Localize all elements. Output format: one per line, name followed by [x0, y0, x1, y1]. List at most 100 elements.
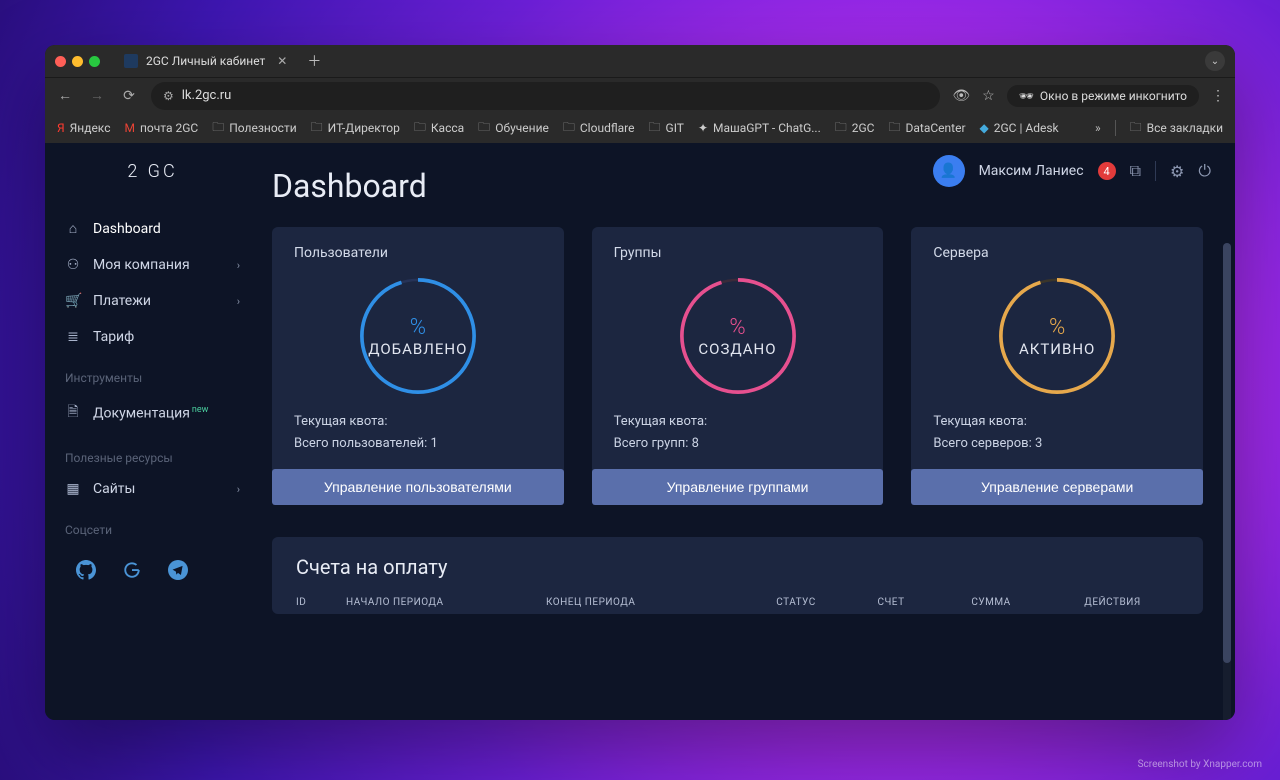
col-start: НАЧАЛО ПЕРИОДА: [346, 597, 546, 608]
sidebar-section-tools: Инструменты: [45, 355, 260, 391]
bookmark-folder[interactable]: 🗀2GC: [835, 118, 875, 139]
sidebar-section-resources: Полезные ресурсы: [45, 435, 260, 471]
forward-button[interactable]: →: [87, 87, 107, 104]
site-settings-icon[interactable]: ⚙: [163, 89, 174, 103]
layers-icon: ≣: [65, 329, 81, 345]
bookmark-mail[interactable]: Mпочта 2GC: [124, 121, 198, 135]
quota-block: Текущая квота: Всего серверов: 3: [933, 411, 1181, 455]
sidebar-item-label: Сайты: [93, 481, 135, 497]
sidebar-item-sites[interactable]: ▦ Сайты ›: [45, 471, 260, 507]
browser-menu-icon[interactable]: ⋮: [1211, 88, 1225, 104]
sidebar-item-payments[interactable]: 🛒 Платежи ›: [45, 283, 260, 319]
back-button[interactable]: ←: [55, 87, 75, 104]
col-end: КОНЕЦ ПЕРИОДА: [546, 597, 746, 608]
incognito-label: Окно в режиме инкогнито: [1040, 89, 1187, 103]
bookmark-mashagpt[interactable]: ✦МашаGPT - ChatG...: [698, 121, 821, 135]
notification-badge[interactable]: 4: [1098, 162, 1116, 180]
bookmark-folder[interactable]: 🗀GIT: [649, 118, 684, 139]
quota-block: Текущая квота: Всего пользователей: 1: [294, 411, 542, 455]
ring-label: ДОБАВЛЕНО: [368, 340, 467, 358]
bookmarks-bar: ЯЯндекс Mпочта 2GC 🗀Полезности 🗀ИТ-Дирек…: [45, 113, 1235, 143]
total-line: Всего групп: 8: [614, 433, 862, 455]
quota-label: Текущая квота:: [294, 411, 542, 433]
maximize-window-button[interactable]: [89, 56, 100, 67]
progress-ring-users: %ДОБАВЛЕНО: [357, 275, 479, 397]
sidebar-item-label: Тариф: [93, 329, 134, 345]
power-icon[interactable]: ⏻: [1198, 161, 1211, 181]
app-viewport: 2 GC ⌂ Dashboard ⚇ Моя компания › 🛒 Плат…: [45, 143, 1235, 720]
bookmark-yandex[interactable]: ЯЯндекс: [57, 121, 110, 135]
sidebar-item-dashboard[interactable]: ⌂ Dashboard: [45, 210, 260, 247]
scrollbar-thumb[interactable]: [1223, 243, 1231, 663]
reload-button[interactable]: ⟳: [119, 88, 139, 104]
all-bookmarks-button[interactable]: 🗀Все закладки: [1130, 118, 1223, 139]
bookmark-folder[interactable]: 🗀DataCenter: [888, 118, 965, 139]
col-actions: ДЕЙСТВИЯ: [1046, 597, 1179, 608]
sidebar-item-tariff[interactable]: ≣ Тариф: [45, 319, 260, 355]
cart-icon: 🛒: [65, 293, 81, 309]
url-input[interactable]: ⚙ lk.2gc.ru: [151, 82, 940, 110]
document-icon: 🗎: [65, 401, 81, 425]
github-icon[interactable]: [73, 557, 99, 583]
scrollbar[interactable]: [1223, 243, 1231, 720]
col-sum: СУММА: [936, 597, 1046, 608]
col-id: ID: [296, 597, 346, 608]
incognito-indicator[interactable]: 🕶 Окно в режиме инкогнито: [1007, 85, 1199, 107]
progress-ring-servers: %АКТИВНО: [996, 275, 1118, 397]
watermark: Screenshot by Xnapper.com: [1138, 759, 1262, 770]
card-servers: Сервера %АКТИВНО Текущая квота: Всего се…: [911, 227, 1203, 505]
sidebar-item-label: Документацияnew: [93, 405, 208, 422]
percent-icon: %: [410, 315, 426, 340]
browser-tab[interactable]: 2GC Личный кабинет ✕: [114, 50, 297, 72]
sidebar-item-label: Платежи: [93, 293, 151, 309]
invoices-panel: Счета на оплату ID НАЧАЛО ПЕРИОДА КОНЕЦ …: [272, 537, 1203, 614]
window-controls: [55, 56, 100, 67]
bookmark-folder[interactable]: 🗀Обучение: [478, 118, 549, 139]
tracking-icon[interactable]: 👁: [952, 88, 970, 104]
total-line: Всего пользователей: 1: [294, 433, 542, 455]
sidebar-item-docs[interactable]: 🗎 Документацияnew: [45, 391, 260, 435]
total-line: Всего серверов: 3: [933, 433, 1181, 455]
sidebar-item-company[interactable]: ⚇ Моя компания ›: [45, 247, 260, 283]
card-title: Группы: [614, 245, 862, 261]
user-icon: ⚇: [65, 257, 81, 273]
telegram-icon[interactable]: [165, 557, 191, 583]
ring-label: АКТИВНО: [1019, 340, 1095, 358]
bookmark-folder[interactable]: 🗀Касса: [414, 118, 464, 139]
close-window-button[interactable]: [55, 56, 66, 67]
manage-users-button[interactable]: Управление пользователями: [272, 469, 564, 505]
card-title: Сервера: [933, 245, 1181, 261]
minimize-window-button[interactable]: [72, 56, 83, 67]
ring-label: СОЗДАНО: [698, 340, 776, 358]
tab-close-icon[interactable]: ✕: [277, 54, 287, 68]
bookmark-folder[interactable]: 🗀Полезности: [212, 118, 296, 139]
col-bill: СЧЕТ: [846, 597, 936, 608]
bookmark-folder[interactable]: 🗀Cloudflare: [563, 118, 635, 139]
bookmark-adesk[interactable]: ◆2GC | Adesk: [980, 121, 1059, 135]
copy-icon[interactable]: ⧉: [1130, 161, 1141, 181]
invoices-title: Счета на оплату: [296, 555, 1179, 579]
quota-block: Текущая квота: Всего групп: 8: [614, 411, 862, 455]
bookmark-star-icon[interactable]: ☆: [982, 88, 995, 104]
tabs-dropdown-button[interactable]: ⌄: [1205, 51, 1225, 71]
manage-servers-button[interactable]: Управление серверами: [911, 469, 1203, 505]
chevron-right-icon: ›: [237, 483, 240, 496]
settings-icon[interactable]: ⚙: [1170, 162, 1184, 181]
new-tab-button[interactable]: ＋: [307, 51, 321, 71]
chevron-right-icon: ›: [237, 259, 240, 272]
bookmarks-overflow-icon[interactable]: »: [1095, 121, 1101, 135]
table-header: ID НАЧАЛО ПЕРИОДА КОНЕЦ ПЕРИОДА СТАТУС С…: [296, 597, 1179, 614]
avatar[interactable]: 👤: [933, 155, 965, 187]
percent-icon: %: [1049, 315, 1065, 340]
bookmark-folder[interactable]: 🗀ИТ-Директор: [311, 118, 400, 139]
tab-favicon: [124, 54, 138, 68]
divider: [1155, 161, 1156, 181]
main-content: Dashboard Пользователи %ДОБАВЛЕНО Текуща…: [260, 143, 1235, 720]
cards-row: Пользователи %ДОБАВЛЕНО Текущая квота: В…: [272, 227, 1203, 505]
user-name[interactable]: Максим Ланиес: [979, 163, 1084, 179]
tab-title: 2GC Личный кабинет: [146, 54, 265, 68]
header: 👤 Максим Ланиес 4 ⧉ ⚙ ⏻: [909, 143, 1235, 199]
google-icon[interactable]: [119, 557, 145, 583]
manage-groups-button[interactable]: Управление группами: [592, 469, 884, 505]
quota-label: Текущая квота:: [933, 411, 1181, 433]
